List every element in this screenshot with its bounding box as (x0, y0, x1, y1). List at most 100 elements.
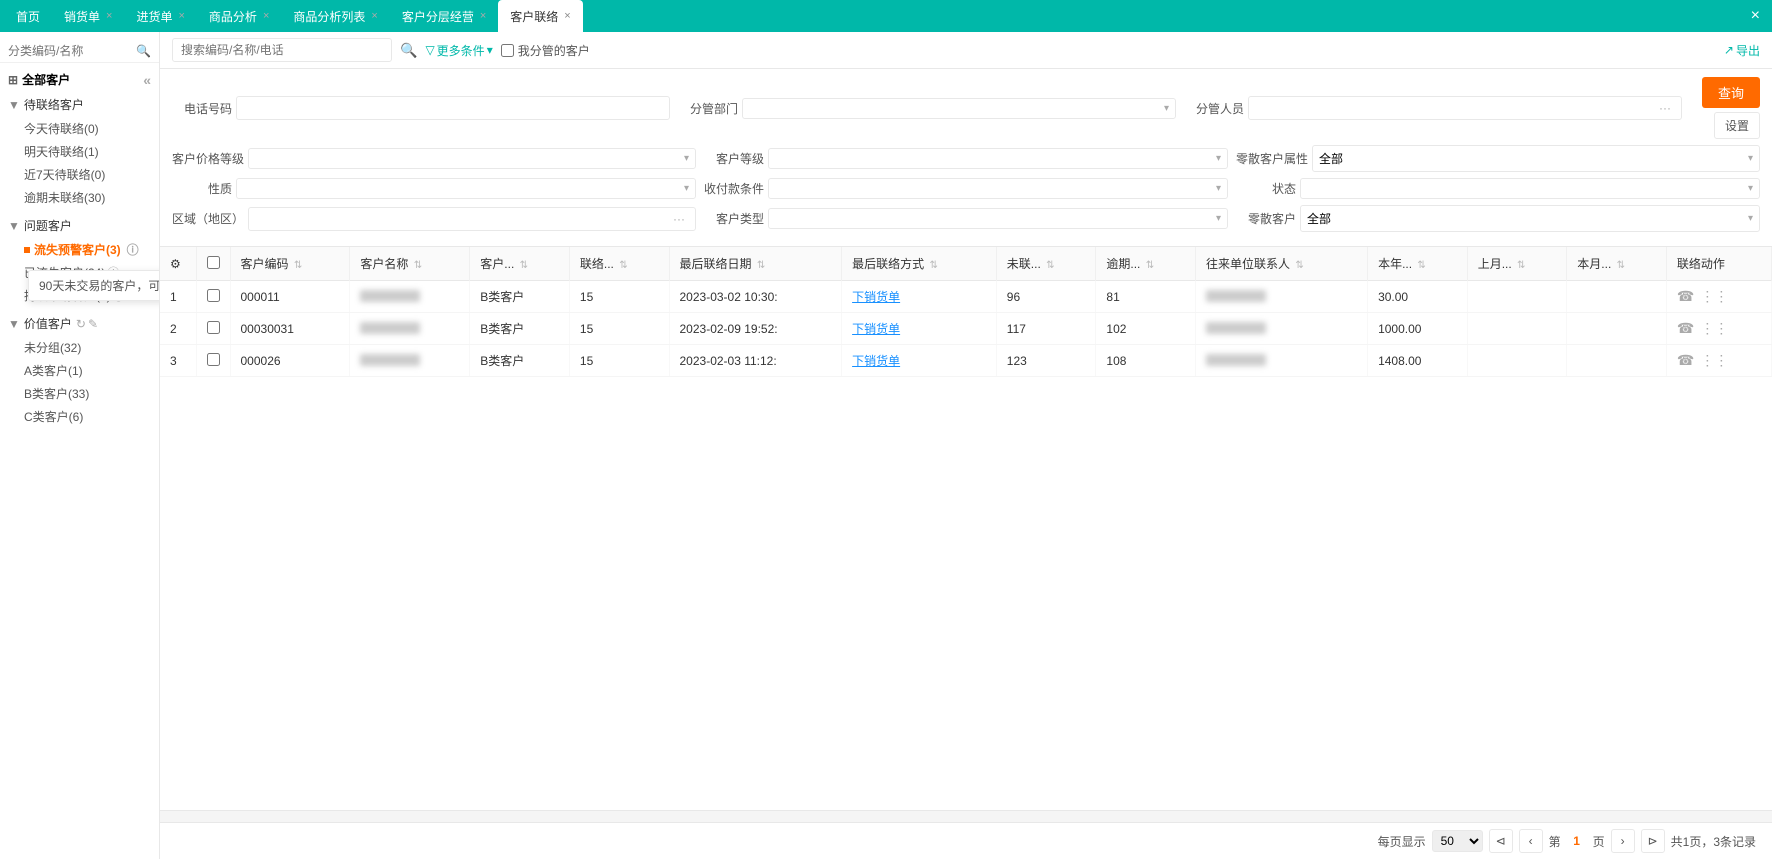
status-select[interactable]: ▾ (1300, 178, 1760, 199)
sidebar-item-churn-warning[interactable]: 流失预警客户(3) ⓘ (0, 238, 159, 261)
close-tab-customer-contact[interactable]: × (564, 10, 570, 22)
sidebar-item-class-c[interactable]: C类客户(6) (0, 405, 159, 428)
edit-icon[interactable]: ✎ (88, 317, 98, 331)
row-checkbox[interactable] (207, 321, 220, 334)
th-overdue[interactable]: 逾期... ⇅ (1096, 247, 1196, 281)
close-tab-sales[interactable]: × (106, 10, 112, 22)
query-button[interactable]: 查询 (1702, 77, 1760, 108)
tab-customer-contact[interactable]: 客户联络 × (498, 0, 582, 32)
th-last-contact-date[interactable]: 最后联络日期 ⇅ (669, 247, 842, 281)
payment-select[interactable]: ▾ (768, 178, 1228, 199)
search-input[interactable] (172, 38, 392, 62)
next-page-button[interactable]: › (1611, 829, 1635, 853)
th-annual[interactable]: 本年... ⇅ (1368, 247, 1468, 281)
close-window[interactable]: × (1743, 7, 1768, 25)
sidebar-item-overdue-contact[interactable]: 逾期未联络(30) (0, 186, 159, 209)
nature-select[interactable]: ▾ (236, 178, 696, 199)
group-pending-contact-title[interactable]: ▼ 待联络客户 (0, 92, 159, 117)
sidebar-search-icon[interactable]: 🔍 (136, 44, 151, 58)
sidebar-item-7day-contact[interactable]: 近7天待联络(0) (0, 163, 159, 186)
group-problem-customers-title[interactable]: ▼ 问题客户 (0, 213, 159, 238)
sidebar-item-class-a[interactable]: A类客户(1) (0, 359, 159, 382)
retail-customer-select[interactable]: 全部 ▾ (1300, 205, 1760, 232)
manager-more-icon[interactable]: ··· (1655, 101, 1675, 115)
manager-select[interactable]: ··· (1248, 96, 1682, 120)
dept-arrow-icon: ▾ (1164, 103, 1169, 114)
more-action-icon-2[interactable]: ⋮⋮ (1700, 320, 1728, 337)
th-last-contact-method[interactable]: 最后联络方式 ⇅ (842, 247, 997, 281)
filter-icon: ▽ (425, 43, 434, 57)
tab-customer-layering[interactable]: 客户分层经营 × (390, 0, 498, 32)
td-checkbox[interactable] (196, 281, 230, 313)
phone-input[interactable] (236, 96, 670, 120)
price-level-select[interactable]: ▾ (248, 148, 696, 169)
tab-sales[interactable]: 销货单 × (52, 0, 124, 32)
info-icon[interactable]: ⓘ (127, 241, 139, 258)
region-more-icon[interactable]: ··· (669, 212, 689, 226)
sort-lastmonth-icon: ⇅ (1517, 260, 1525, 271)
td-checkbox[interactable] (196, 313, 230, 345)
row-checkbox[interactable] (207, 289, 220, 302)
row-checkbox[interactable] (207, 353, 220, 366)
th-customer-type[interactable]: 客户... ⇅ (470, 247, 570, 281)
settings-button[interactable]: 设置 (1714, 112, 1760, 139)
first-page-button[interactable]: ⊲ (1489, 829, 1513, 853)
sidebar-collapse-icon[interactable]: « (143, 72, 151, 88)
sidebar-item-tomorrow-contact[interactable]: 明天待联络(1) (0, 140, 159, 163)
sidebar-search-input[interactable] (8, 44, 136, 58)
per-page-select[interactable]: 50 20 100 (1432, 830, 1483, 852)
horizontal-scrollbar[interactable] (160, 810, 1772, 822)
retail-attr-select[interactable]: 全部 ▾ (1312, 145, 1760, 172)
export-button[interactable]: ↗ 导出 (1724, 42, 1760, 59)
th-contact-count[interactable]: 联络... ⇅ (569, 247, 669, 281)
th-uncontacted[interactable]: 未联... ⇅ (996, 247, 1096, 281)
th-name[interactable]: 客户名称 ⇅ (350, 247, 470, 281)
manager-label: 分管人员 (1184, 100, 1244, 117)
link-method-2[interactable]: 下销货单 (852, 322, 900, 336)
td-checkbox[interactable] (196, 345, 230, 377)
th-this-month[interactable]: 本月... ⇅ (1567, 247, 1667, 281)
close-tab-product-analysis-list[interactable]: × (371, 10, 377, 22)
sidebar-item-today-contact[interactable]: 今天待联络(0) (0, 117, 159, 140)
th-settings[interactable]: ⚙ (160, 247, 196, 281)
tab-product-analysis-list[interactable]: 商品分析列表 × (281, 0, 389, 32)
group-value-customers-title[interactable]: ▼ 价值客户 ↻ ✎ (0, 311, 159, 336)
close-tab-customer-layering[interactable]: × (480, 10, 486, 22)
tab-product-analysis[interactable]: 商品分析 × (197, 0, 281, 32)
customer-type-select[interactable]: ▾ (768, 208, 1228, 229)
td-action: ☎ ⋮⋮ (1666, 345, 1771, 377)
close-tab-purchase[interactable]: × (178, 10, 184, 22)
filter-cell-status: 状态 ▾ (1236, 178, 1760, 199)
link-method-3[interactable]: 下销货单 (852, 354, 900, 368)
refresh-icon[interactable]: ↻ (76, 317, 86, 331)
my-customers-checkbox-label[interactable]: 我分管的客户 (501, 42, 590, 59)
close-tab-product-analysis[interactable]: × (263, 10, 269, 22)
region-select[interactable]: ··· (248, 207, 696, 231)
contact-action-icon-3[interactable]: ☎ (1677, 352, 1694, 369)
contact-action-icon-2[interactable]: ☎ (1677, 320, 1694, 337)
tab-purchase[interactable]: 进货单 × (124, 0, 196, 32)
search-button[interactable]: 🔍 (400, 42, 417, 59)
more-action-icon-1[interactable]: ⋮⋮ (1700, 288, 1728, 305)
sidebar-item-unclassified[interactable]: 未分组(32) (0, 336, 159, 359)
contact-action-icon-1[interactable]: ☎ (1677, 288, 1694, 305)
group-pending-contact: ▼ 待联络客户 今天待联络(0) 明天待联络(1) 近7天待联络(0) 逾期未联… (0, 92, 159, 209)
link-method-1[interactable]: 下销货单 (852, 290, 900, 304)
last-page-button[interactable]: ⊳ (1641, 829, 1665, 853)
customer-level-select[interactable]: ▾ (768, 148, 1228, 169)
sidebar-item-class-b[interactable]: B类客户(33) (0, 382, 159, 405)
more-action-icon-3[interactable]: ⋮⋮ (1700, 352, 1728, 369)
my-customers-checkbox[interactable] (501, 44, 514, 57)
tab-home[interactable]: 首页 (4, 0, 52, 32)
prev-page-button[interactable]: ‹ (1519, 829, 1543, 853)
sidebar-all-customers[interactable]: ⊞ 全部客户 « (0, 67, 159, 92)
td-unit-contacts: ████ (1196, 313, 1368, 345)
th-unit-contacts[interactable]: 往来单位联系人 ⇅ (1196, 247, 1368, 281)
select-all-checkbox[interactable] (207, 256, 220, 269)
th-last-month[interactable]: 上月... ⇅ (1467, 247, 1567, 281)
th-checkbox[interactable] (196, 247, 230, 281)
th-code[interactable]: 客户编码 ⇅ (230, 247, 350, 281)
more-conditions-button[interactable]: ▽ 更多条件 ▾ (425, 42, 492, 59)
dept-select[interactable]: ▾ (742, 98, 1176, 119)
td-action: ☎ ⋮⋮ (1666, 313, 1771, 345)
